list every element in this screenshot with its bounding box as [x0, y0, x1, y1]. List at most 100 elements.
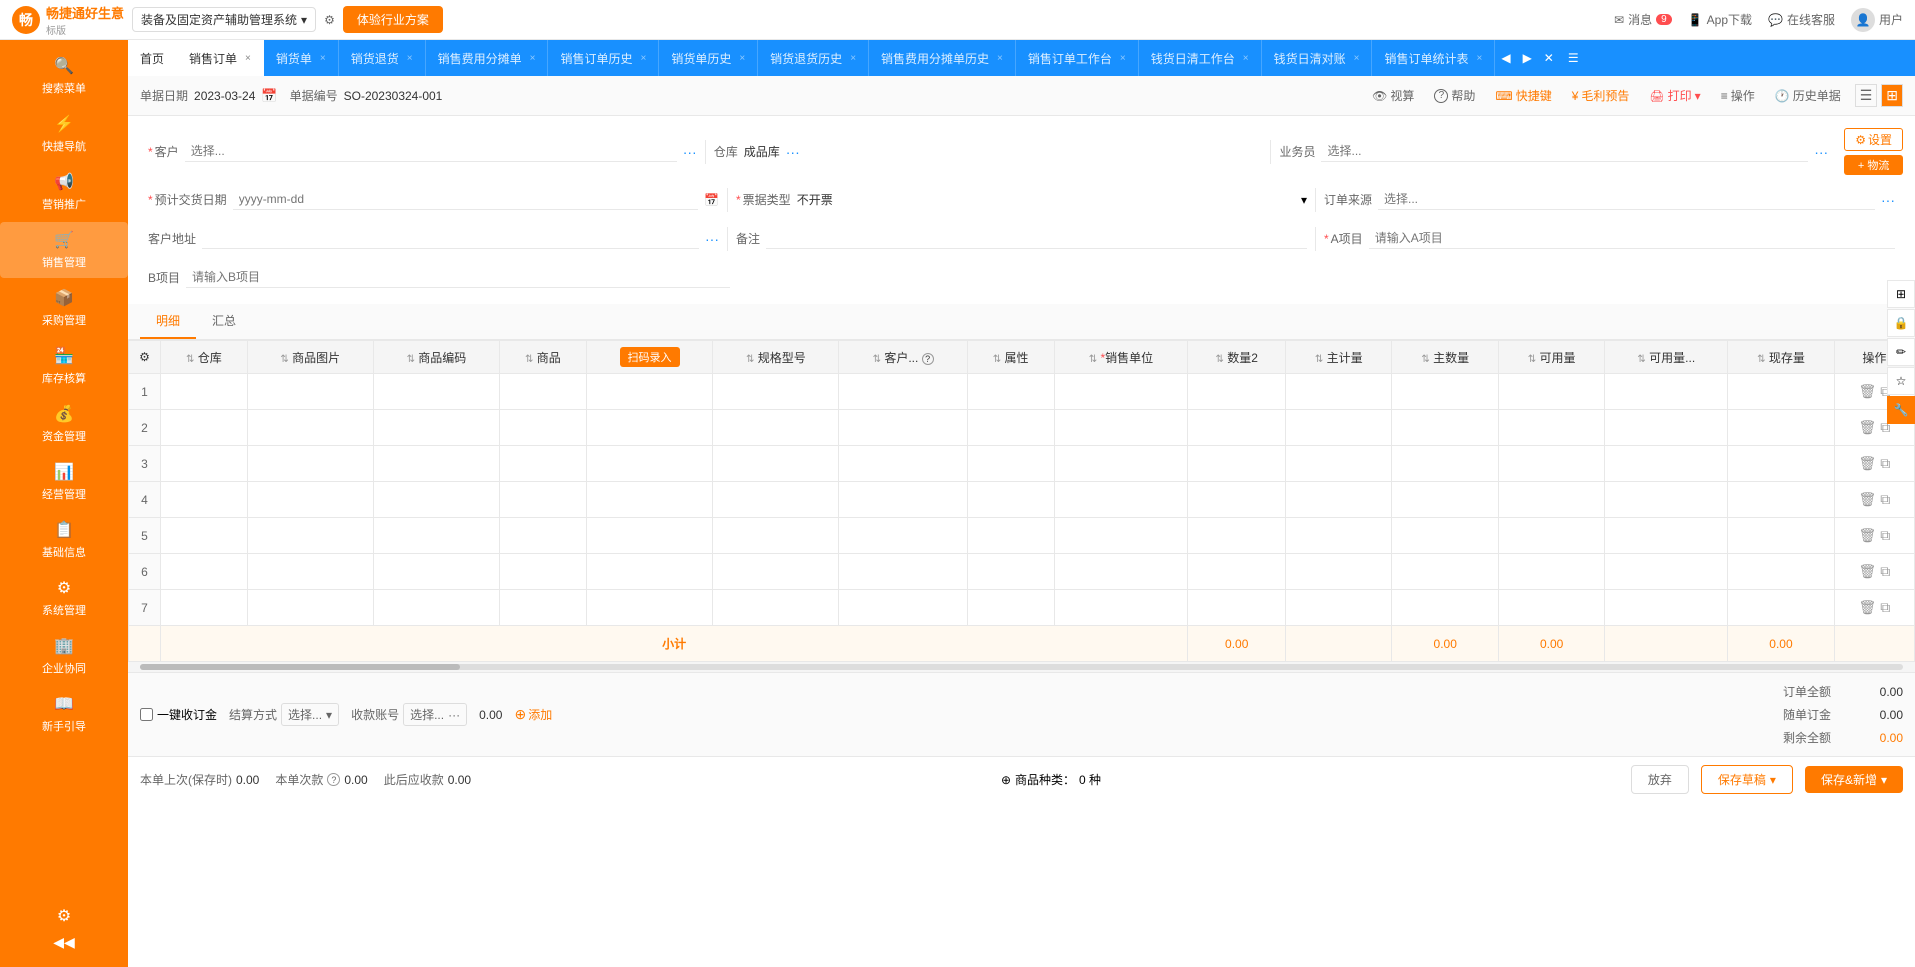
col-available2[interactable]: 可用量...	[1605, 341, 1728, 374]
row-5-delete-btn[interactable]: 🗑	[1858, 527, 1876, 544]
row-6-product-image[interactable]	[247, 554, 373, 590]
row-5-warehouse[interactable]	[161, 518, 248, 554]
row-6-copy-btn[interactable]: ⧉	[1880, 563, 1890, 580]
row-3-spec[interactable]	[713, 446, 839, 482]
row-3-product-code[interactable]	[373, 446, 499, 482]
tab-order-history-close[interactable]	[640, 53, 646, 64]
warehouse-dots-icon[interactable]: ···	[786, 144, 800, 160]
row-7-spec[interactable]	[713, 590, 839, 626]
row-7-available[interactable]	[1498, 590, 1604, 626]
row-1-available2[interactable]	[1605, 374, 1728, 410]
row-2-sales-unit[interactable]	[1054, 410, 1188, 446]
row-2-main-qty[interactable]	[1392, 410, 1498, 446]
one-click-deposit-input[interactable]	[140, 708, 153, 721]
row-3-available[interactable]	[1498, 446, 1604, 482]
profit-btn[interactable]: ¥ 毛利预告	[1566, 85, 1636, 106]
row-2-attribute[interactable]	[967, 410, 1054, 446]
current-due-help[interactable]: ?	[327, 773, 340, 786]
row-5-available2[interactable]	[1605, 518, 1728, 554]
right-btn-star[interactable]: ☆	[1887, 367, 1915, 395]
sidebar-item-basic-info[interactable]: 📋 基础信息	[0, 512, 128, 568]
save-draft-btn[interactable]: 保存草稿 ▾	[1701, 765, 1793, 794]
sidebar-item-marketing[interactable]: 📢 营销推广	[0, 164, 128, 220]
sidebar-item-enterprise[interactable]: 🏢 企业协同	[0, 628, 128, 684]
sidebar-item-finance[interactable]: 💰 资金管理	[0, 396, 128, 452]
row-7-scan[interactable]	[586, 590, 713, 626]
row-1-current-stock[interactable]	[1728, 374, 1834, 410]
delivery-calendar-icon[interactable]: 📅	[704, 193, 719, 207]
row-5-customer-code[interactable]	[839, 518, 967, 554]
row-1-attribute[interactable]	[967, 374, 1054, 410]
payment-method-select[interactable]: 选择... ▾	[281, 703, 339, 726]
calendar-icon[interactable]: 📅	[261, 88, 277, 104]
row-4-scan[interactable]	[586, 482, 713, 518]
row-4-delete-btn[interactable]: 🗑	[1858, 491, 1876, 508]
row-3-sales-unit[interactable]	[1054, 446, 1188, 482]
row-4-product-code[interactable]	[373, 482, 499, 518]
row-6-warehouse[interactable]	[161, 554, 248, 590]
row-6-main-qty[interactable]	[1392, 554, 1498, 590]
message-area[interactable]: ✉ 消息 9	[1614, 11, 1672, 28]
col-available[interactable]: 可用量	[1498, 341, 1604, 374]
row-7-attribute[interactable]	[967, 590, 1054, 626]
tab-daily-workbench-close[interactable]	[1243, 53, 1249, 64]
col-qty2[interactable]: 数量2	[1188, 341, 1286, 374]
tab-sales-return-close[interactable]	[407, 53, 413, 64]
row-7-current-stock[interactable]	[1728, 590, 1834, 626]
sidebar-item-purchase[interactable]: 📦 采购管理	[0, 280, 128, 336]
row-2-scan[interactable]	[586, 410, 713, 446]
row-2-product-image[interactable]	[247, 410, 373, 446]
sidebar-settings-icon[interactable]: ⚙	[57, 906, 71, 926]
row-1-main-unit[interactable]	[1286, 374, 1392, 410]
row-5-main-qty[interactable]	[1392, 518, 1498, 554]
row-4-customer-code[interactable]	[839, 482, 967, 518]
row-6-product[interactable]	[500, 554, 587, 590]
user-area[interactable]: 👤 用户	[1851, 8, 1903, 32]
row-2-customer-code[interactable]	[839, 410, 967, 446]
tab-sales-return[interactable]: 销货退货	[339, 40, 426, 76]
row-2-available[interactable]	[1498, 410, 1604, 446]
col-customer-code[interactable]: 客户... ?	[839, 341, 967, 374]
tab-sales-expense[interactable]: 销售费用分摊单	[426, 40, 549, 76]
row-7-sales-unit[interactable]	[1054, 590, 1188, 626]
row-1-sales-unit[interactable]	[1054, 374, 1188, 410]
row-4-warehouse[interactable]	[161, 482, 248, 518]
sidebar-item-sales[interactable]: 🛒 销售管理	[0, 222, 128, 278]
online-service[interactable]: 💬 在线客服	[1768, 11, 1835, 28]
row-7-product-code[interactable]	[373, 590, 499, 626]
a-project-input[interactable]	[1369, 228, 1895, 249]
row-5-spec[interactable]	[713, 518, 839, 554]
row-3-main-unit[interactable]	[1286, 446, 1392, 482]
col-attribute[interactable]: 属性	[967, 341, 1054, 374]
row-3-current-stock[interactable]	[1728, 446, 1834, 482]
system-selector[interactable]: 装备及固定资产辅助管理系统	[132, 7, 316, 32]
add-material-btn[interactable]: + 物流	[1844, 155, 1903, 175]
order-source-dots-icon[interactable]: ···	[1881, 192, 1895, 208]
row-3-attribute[interactable]	[967, 446, 1054, 482]
row-7-qty2[interactable]	[1188, 590, 1286, 626]
tab-invoice-history[interactable]: 销货单历史	[659, 40, 758, 76]
scrollbar-thumb[interactable]	[140, 664, 460, 670]
sidebar-collapse-icon[interactable]: ◀◀	[53, 934, 75, 951]
row-2-qty2[interactable]	[1188, 410, 1286, 446]
row-3-scan[interactable]	[586, 446, 713, 482]
remarks-input[interactable]	[766, 228, 1307, 249]
row-7-customer-code[interactable]	[839, 590, 967, 626]
row-6-current-stock[interactable]	[1728, 554, 1834, 590]
scan-btn[interactable]: 扫码录入	[620, 347, 680, 367]
history-btn[interactable]: 🕐 历史单据	[1769, 85, 1847, 106]
row-2-spec[interactable]	[713, 410, 839, 446]
row-3-delete-btn[interactable]: 🗑	[1858, 455, 1876, 472]
row-2-main-unit[interactable]	[1286, 410, 1392, 446]
row-6-attribute[interactable]	[967, 554, 1054, 590]
tab-sales-order[interactable]: 销售订单	[177, 40, 264, 76]
row-5-qty2[interactable]	[1188, 518, 1286, 554]
row-6-spec[interactable]	[713, 554, 839, 590]
row-2-current-stock[interactable]	[1728, 410, 1834, 446]
col-warehouse[interactable]: 仓库	[161, 341, 248, 374]
row-5-product-image[interactable]	[247, 518, 373, 554]
row-5-copy-btn[interactable]: ⧉	[1880, 527, 1890, 544]
row-7-delete-btn[interactable]: 🗑	[1858, 599, 1876, 616]
row-5-product[interactable]	[500, 518, 587, 554]
row-3-customer-code[interactable]	[839, 446, 967, 482]
